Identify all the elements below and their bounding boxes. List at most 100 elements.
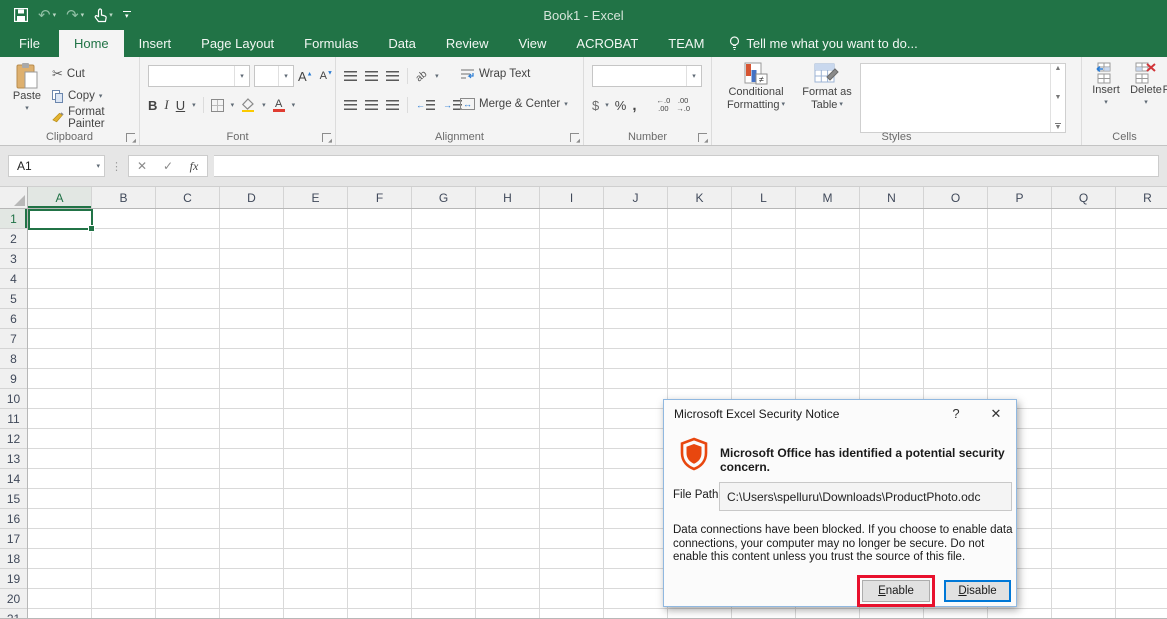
bottom-align-button[interactable] (386, 71, 399, 81)
active-cell-a1[interactable] (28, 209, 93, 230)
center-button[interactable] (365, 100, 378, 110)
column-header-c[interactable]: C (156, 187, 220, 208)
tab-review[interactable]: Review (431, 30, 504, 57)
format-as-table-button[interactable]: Format as Table▾ (798, 62, 856, 111)
column-header-o[interactable]: O (924, 187, 988, 208)
middle-align-button[interactable] (365, 71, 378, 81)
row-header-1[interactable]: 1 (0, 209, 27, 229)
insert-function-icon[interactable]: fx (181, 159, 207, 174)
cut-button[interactable]: ✂ Cut (52, 64, 85, 84)
row-header-10[interactable]: 10 (0, 389, 27, 409)
bold-button[interactable]: B (148, 95, 157, 116)
conditional-formatting-button[interactable]: ≠ Conditional Formatting▾ (720, 62, 792, 111)
align-left-button[interactable] (344, 100, 357, 110)
font-name-combobox[interactable]: ▾ (148, 65, 250, 87)
row-header-17[interactable]: 17 (0, 529, 27, 549)
name-box[interactable]: A1 ▾ (8, 155, 105, 177)
number-format-combobox[interactable]: ▾ (592, 65, 702, 87)
column-header-g[interactable]: G (412, 187, 476, 208)
shrink-font-button[interactable]: A▼ (320, 70, 333, 82)
accounting-format-button[interactable]: $ (592, 98, 599, 113)
dialog-close-icon[interactable]: ✕ (976, 406, 1016, 422)
underline-button[interactable]: U (176, 95, 185, 116)
underline-dropdown[interactable]: ▾ (192, 101, 196, 109)
accounting-dropdown[interactable]: ▾ (605, 101, 609, 109)
column-header-j[interactable]: J (604, 187, 668, 208)
row-header-14[interactable]: 14 (0, 469, 27, 489)
enter-icon[interactable]: ✓ (155, 159, 181, 173)
row-header-8[interactable]: 8 (0, 349, 27, 369)
tab-page-layout[interactable]: Page Layout (186, 30, 289, 57)
column-header-b[interactable]: B (92, 187, 156, 208)
row-header-13[interactable]: 13 (0, 449, 27, 469)
gallery-down-icon[interactable]: ▼ (1055, 94, 1062, 101)
grow-font-button[interactable]: A▲ (298, 69, 313, 84)
row-header-16[interactable]: 16 (0, 509, 27, 529)
row-header-12[interactable]: 12 (0, 429, 27, 449)
row-header-3[interactable]: 3 (0, 249, 27, 269)
column-header-a[interactable]: A (28, 187, 92, 208)
wrap-text-button[interactable]: Wrap Text (460, 64, 530, 84)
orientation-dropdown[interactable]: ▾ (435, 72, 439, 80)
row-header-7[interactable]: 7 (0, 329, 27, 349)
disable-button[interactable]: Disable (944, 580, 1011, 602)
enable-button[interactable]: Enable (862, 580, 930, 602)
row-header-21[interactable]: 21 (0, 609, 27, 618)
row-header-20[interactable]: 20 (0, 589, 27, 609)
tab-home[interactable]: Home (59, 30, 124, 57)
gallery-more-icon[interactable]: ▼ (1055, 123, 1062, 131)
formula-input[interactable] (214, 155, 1159, 177)
column-header-p[interactable]: P (988, 187, 1052, 208)
paste-button[interactable]: Paste ▾ (6, 62, 48, 115)
row-header-19[interactable]: 19 (0, 569, 27, 589)
column-header-m[interactable]: M (796, 187, 860, 208)
alignment-dialog-launcher[interactable] (570, 133, 579, 142)
comma-style-button[interactable]: , (632, 97, 636, 114)
insert-cells-button[interactable]: Insert ▾ (1088, 62, 1124, 109)
column-header-e[interactable]: E (284, 187, 348, 208)
borders-dropdown[interactable]: ▾ (231, 101, 235, 109)
redo-button[interactable]: ↷▾ (66, 6, 84, 24)
italic-button[interactable]: I (164, 95, 168, 116)
fill-color-dropdown[interactable]: ▾ (262, 101, 266, 109)
select-all-corner[interactable] (0, 187, 28, 209)
tab-file[interactable]: File (0, 30, 59, 57)
row-header-9[interactable]: 9 (0, 369, 27, 389)
column-header-r[interactable]: R (1116, 187, 1167, 208)
format-painter-button[interactable]: Format Painter (52, 108, 139, 128)
font-dialog-launcher[interactable] (322, 133, 331, 142)
column-header-d[interactable]: D (220, 187, 284, 208)
font-color-dropdown[interactable]: ▾ (292, 101, 296, 109)
merge-center-button[interactable]: ↔ Merge & Center ▾ (460, 94, 568, 114)
undo-button[interactable]: ↶▾ (38, 6, 56, 24)
column-header-f[interactable]: F (348, 187, 412, 208)
column-header-h[interactable]: H (476, 187, 540, 208)
decrease-indent-button[interactable]: ← (416, 100, 435, 110)
column-header-i[interactable]: I (540, 187, 604, 208)
save-icon[interactable] (14, 8, 28, 22)
font-size-combobox[interactable]: ▾ (254, 65, 294, 87)
customize-qat-button[interactable]: ▾ (123, 11, 131, 20)
row-header-18[interactable]: 18 (0, 549, 27, 569)
borders-button[interactable] (211, 99, 224, 112)
row-header-11[interactable]: 11 (0, 409, 27, 429)
tab-acrobat[interactable]: ACROBAT (561, 30, 653, 57)
format-cells-button[interactable]: Format ▾ (1160, 62, 1167, 109)
tab-insert[interactable]: Insert (124, 30, 187, 57)
row-header-15[interactable]: 15 (0, 489, 27, 509)
clipboard-dialog-launcher[interactable] (126, 133, 135, 142)
cell-styles-gallery[interactable]: ▲ ▼ ▼ (860, 63, 1066, 133)
touch-mouse-mode-button[interactable]: ▾ (94, 8, 113, 23)
decrease-decimal-button[interactable]: .00 →.0 (676, 97, 690, 113)
tab-team[interactable]: TEAM (653, 30, 719, 57)
gallery-up-icon[interactable]: ▲ (1055, 65, 1062, 72)
row-header-2[interactable]: 2 (0, 229, 27, 249)
increase-decimal-button[interactable]: ←.0 .00 (656, 97, 670, 113)
dialog-help-icon[interactable]: ? (936, 406, 976, 422)
tab-data[interactable]: Data (373, 30, 430, 57)
align-right-button[interactable] (386, 100, 399, 110)
gallery-scrollbar[interactable]: ▲ ▼ ▼ (1050, 64, 1065, 132)
copy-button[interactable]: Copy ▾ (52, 86, 102, 106)
tab-formulas[interactable]: Formulas (289, 30, 373, 57)
percent-style-button[interactable]: % (615, 98, 627, 113)
